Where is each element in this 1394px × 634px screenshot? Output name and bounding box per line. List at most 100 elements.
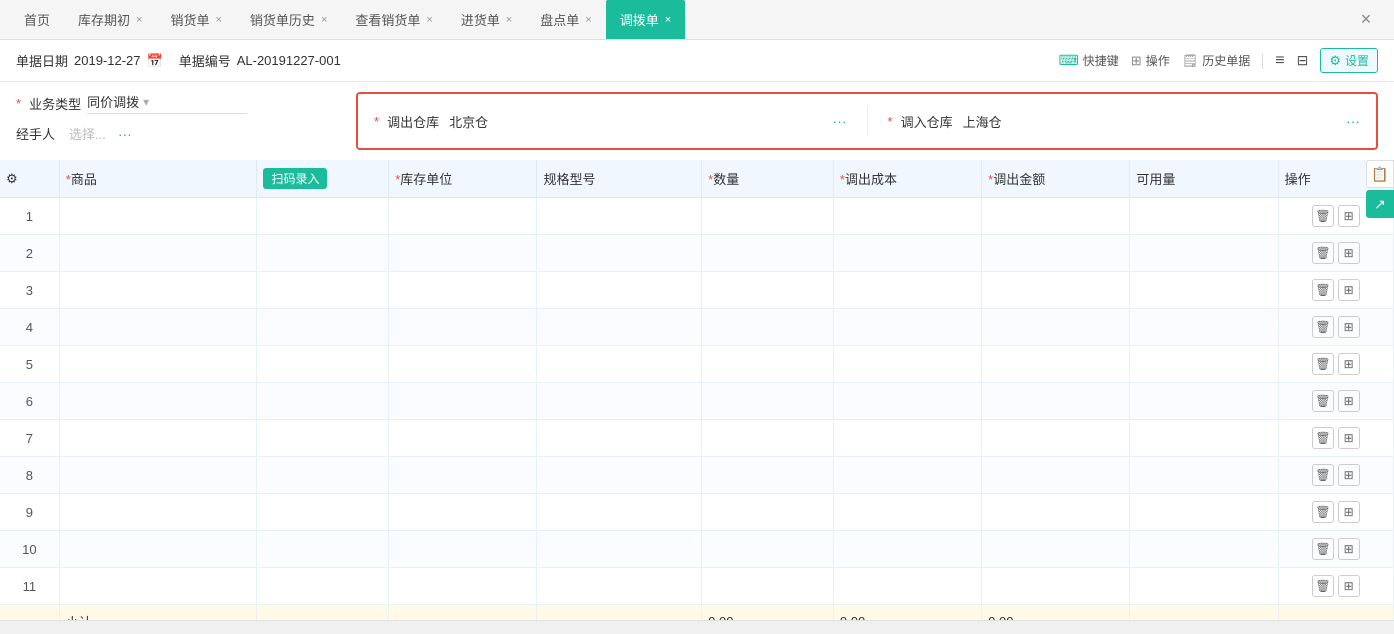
copy-row-button[interactable]: ⊞ bbox=[1338, 464, 1360, 486]
row-product[interactable] bbox=[59, 198, 257, 235]
number-value: AL-20191227-001 bbox=[237, 53, 341, 68]
copy-row-button[interactable]: ⊞ bbox=[1338, 242, 1360, 264]
list-view-button[interactable]: ≡ bbox=[1275, 52, 1284, 70]
th-cost: *调出成本 bbox=[833, 160, 981, 198]
delete-row-button[interactable]: 🗑 bbox=[1312, 279, 1334, 301]
form-area: * 业务类型 同价调拨 ▾ 经手人 选择... ··· * 调出仓库 bbox=[0, 82, 1394, 160]
notes-float-button[interactable]: 📋 bbox=[1366, 160, 1394, 188]
dropdown-arrow-icon: ▾ bbox=[143, 95, 149, 109]
shortcut-button[interactable]: ⌨ 快捷键 bbox=[1059, 52, 1119, 69]
delete-row-button[interactable]: 🗑 bbox=[1312, 353, 1334, 375]
delete-row-button[interactable]: 🗑 bbox=[1312, 501, 1334, 523]
notes-icon: 📋 bbox=[1371, 166, 1388, 183]
row-amount[interactable] bbox=[982, 198, 1130, 235]
handler-more-button[interactable]: ··· bbox=[118, 126, 132, 142]
data-table: ⚙ *商品 扫码录入 *库存单位 规格型号 *数量 bbox=[0, 160, 1394, 620]
table-row: 2 🗑 ⊞ bbox=[0, 235, 1394, 272]
shortcut-icon: ⌨ bbox=[1059, 52, 1079, 69]
tab-inventory-init[interactable]: 库存期初 × bbox=[64, 0, 156, 39]
copy-row-button[interactable]: ⊞ bbox=[1338, 205, 1360, 227]
copy-row-button[interactable]: ⊞ bbox=[1338, 390, 1360, 412]
copy-row-button[interactable]: ⊞ bbox=[1338, 353, 1360, 375]
tab-view-sales[interactable]: 查看销货单 × bbox=[341, 0, 446, 39]
in-warehouse-required: * bbox=[888, 114, 893, 129]
th-spec: 规格型号 bbox=[537, 160, 702, 198]
date-value[interactable]: 2019-12-27 bbox=[74, 53, 141, 68]
delete-row-button[interactable]: 🗑 bbox=[1312, 205, 1334, 227]
out-warehouse-label: 调出仓库 bbox=[387, 112, 439, 131]
tab-sales-history[interactable]: 销货单历史 × bbox=[236, 0, 341, 39]
delete-row-button[interactable]: 🗑 bbox=[1312, 464, 1334, 486]
form-left: * 业务类型 同价调拨 ▾ 经手人 选择... ··· bbox=[16, 92, 336, 143]
number-field-group: 单据编号 AL-20191227-001 bbox=[179, 51, 341, 70]
window-close-button[interactable]: × bbox=[1348, 2, 1384, 38]
close-tab-view-sales[interactable]: × bbox=[426, 14, 432, 26]
row-cost[interactable] bbox=[833, 198, 981, 235]
table-container: ⚙ *商品 扫码录入 *库存单位 规格型号 *数量 bbox=[0, 160, 1394, 620]
copy-row-button[interactable]: ⊞ bbox=[1338, 316, 1360, 338]
link-float-button[interactable]: ↗ bbox=[1366, 190, 1394, 218]
tab-sales-order[interactable]: 销货单 × bbox=[156, 0, 235, 39]
th-amount: *调出金额 bbox=[982, 160, 1130, 198]
subtotal-qty: 0.00 bbox=[702, 605, 834, 621]
subtotal-label: 小计 bbox=[59, 605, 257, 621]
date-field-group: 单据日期 2019-12-27 📅 bbox=[16, 51, 163, 70]
date-label: 单据日期 bbox=[16, 51, 68, 70]
handler-label: 经手人 bbox=[16, 124, 55, 143]
copy-row-button[interactable]: ⊞ bbox=[1338, 427, 1360, 449]
th-avail: 可用量 bbox=[1130, 160, 1278, 198]
in-warehouse-field: * 调入仓库 上海仓 ··· bbox=[888, 112, 1361, 131]
ops-button[interactable]: ⊞ 操作 bbox=[1131, 52, 1170, 69]
close-tab-inventory-init[interactable]: × bbox=[136, 14, 142, 26]
table-row: 4 🗑 ⊞ bbox=[0, 309, 1394, 346]
out-warehouse-more-button[interactable]: ··· bbox=[833, 113, 847, 129]
horizontal-scrollbar[interactable] bbox=[0, 620, 1394, 634]
delete-row-button[interactable]: 🗑 bbox=[1312, 427, 1334, 449]
settings-button[interactable]: ⚙ 设置 bbox=[1320, 48, 1378, 73]
close-tab-purchase[interactable]: × bbox=[506, 14, 512, 26]
list-icon: ≡ bbox=[1275, 52, 1284, 70]
row-scan bbox=[257, 198, 389, 235]
in-warehouse-value[interactable]: 上海仓 bbox=[963, 112, 1002, 131]
row-qty[interactable] bbox=[702, 198, 834, 235]
close-tab-transfer[interactable]: × bbox=[665, 14, 671, 26]
warehouse-fields-panel: * 调出仓库 北京仓 ··· * 调入仓库 上海仓 ··· bbox=[356, 92, 1378, 150]
toolbar-row: 单据日期 2019-12-27 📅 单据编号 AL-20191227-001 ⌨… bbox=[0, 40, 1394, 82]
copy-row-button[interactable]: ⊞ bbox=[1338, 575, 1360, 597]
th-product: *商品 bbox=[59, 160, 257, 198]
delete-row-button[interactable]: 🗑 bbox=[1312, 390, 1334, 412]
delete-row-button[interactable]: 🗑 bbox=[1312, 242, 1334, 264]
history-button[interactable]: 🗒 历史单据 bbox=[1182, 52, 1251, 69]
th-gear[interactable]: ⚙ bbox=[0, 160, 59, 198]
calendar-icon[interactable]: 📅 bbox=[147, 53, 163, 69]
close-tab-inventory-check[interactable]: × bbox=[585, 14, 591, 26]
biz-type-select[interactable]: 同价调拨 ▾ bbox=[87, 92, 247, 114]
copy-row-button[interactable]: ⊞ bbox=[1338, 538, 1360, 560]
delete-row-button[interactable]: 🗑 bbox=[1312, 575, 1334, 597]
close-tab-sales-history[interactable]: × bbox=[321, 14, 327, 26]
right-float-panel: 📋 ↗ bbox=[1366, 160, 1394, 218]
copy-row-button[interactable]: ⊞ bbox=[1338, 279, 1360, 301]
tab-home[interactable]: 首页 bbox=[10, 0, 64, 39]
table-header-row: ⚙ *商品 扫码录入 *库存单位 规格型号 *数量 bbox=[0, 160, 1394, 198]
tab-purchase[interactable]: 进货单 × bbox=[447, 0, 526, 39]
delete-row-button[interactable]: 🗑 bbox=[1312, 316, 1334, 338]
handler-placeholder[interactable]: 选择... bbox=[69, 124, 106, 143]
in-warehouse-more-button[interactable]: ··· bbox=[1346, 113, 1360, 129]
warehouse-divider bbox=[867, 106, 868, 136]
row-spec[interactable] bbox=[537, 198, 702, 235]
table-row: 8 🗑 ⊞ bbox=[0, 457, 1394, 494]
row-unit[interactable] bbox=[389, 198, 537, 235]
subtotal-row: 小计 0.00 0.00 0.00 bbox=[0, 605, 1394, 621]
biz-type-value: 同价调拨 bbox=[87, 92, 139, 111]
out-warehouse-value[interactable]: 北京仓 bbox=[449, 112, 488, 131]
delete-row-button[interactable]: 🗑 bbox=[1312, 538, 1334, 560]
tab-inventory-check[interactable]: 盘点单 × bbox=[526, 0, 605, 39]
grid-view-button[interactable]: ⊟ bbox=[1297, 52, 1309, 69]
close-tab-sales-order[interactable]: × bbox=[215, 14, 221, 26]
out-warehouse-field: * 调出仓库 北京仓 ··· bbox=[374, 112, 847, 131]
copy-row-button[interactable]: ⊞ bbox=[1338, 501, 1360, 523]
tab-transfer[interactable]: 调拨单 × bbox=[606, 0, 685, 39]
subtotal-cost: 0.00 bbox=[833, 605, 981, 621]
scan-entry-button[interactable]: 扫码录入 bbox=[263, 168, 327, 189]
